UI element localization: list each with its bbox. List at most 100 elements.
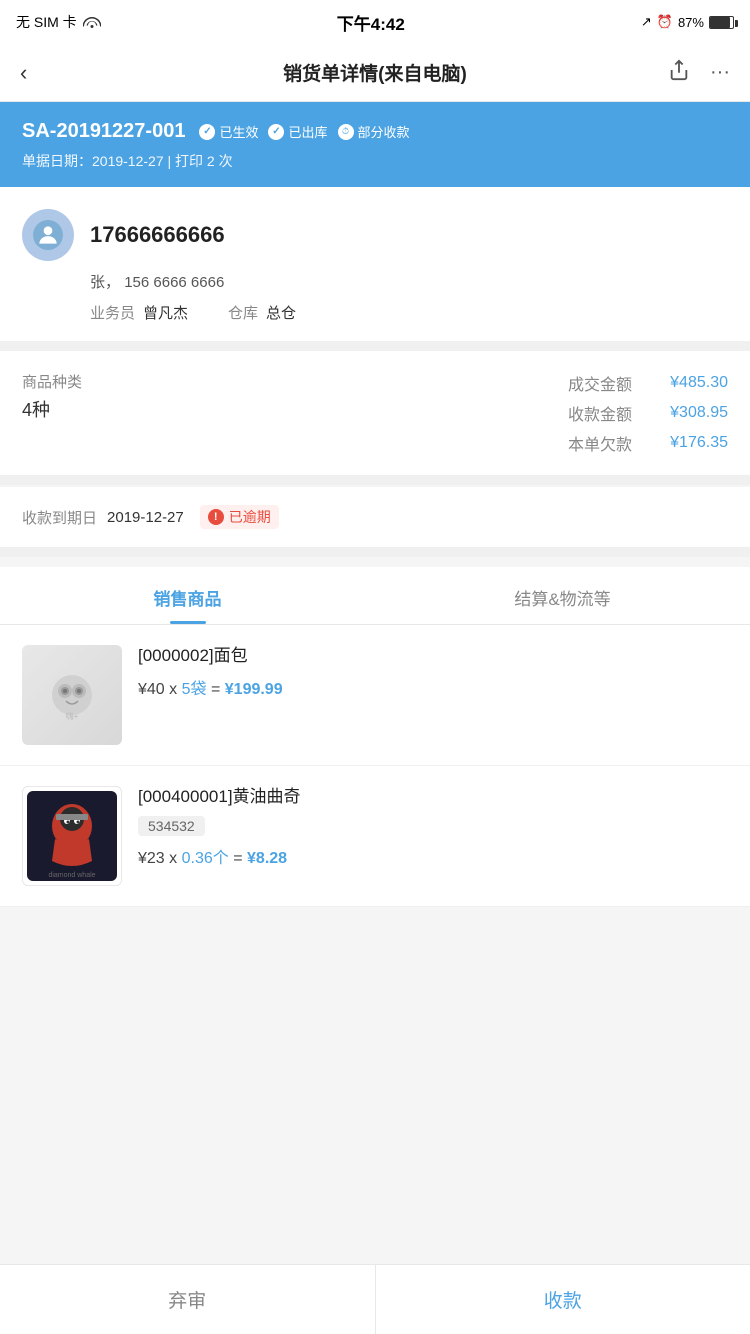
due-date: 2019-12-27 — [107, 509, 184, 526]
avatar-icon — [33, 220, 63, 250]
badge-shipped-label: 已出库 — [288, 122, 327, 141]
battery-percent: 87% — [678, 15, 704, 30]
overdue-dot-icon: ! — [208, 509, 224, 525]
product-list: 嗨+ [0000002]面包 ¥40 x 5袋 = ¥199.99 — [0, 625, 750, 907]
product-item-2: diamond whale [000400001]黄油曲奇 534532 ¥23… — [0, 766, 750, 907]
customer-section: 17666666666 张， 156 6666 6666 业务员 曾凡杰 仓库 … — [0, 187, 750, 341]
product-placeholder-1: 嗨+ — [22, 645, 122, 745]
bottom-spacer — [0, 907, 750, 987]
check-icon-2: ✓ — [272, 126, 280, 137]
product-name-2: [000400001]黄油曲奇 — [138, 786, 728, 808]
product-thumbnail-1: 嗨+ — [22, 645, 122, 745]
owed-label: 本单欠款 — [568, 431, 632, 455]
tabs-row: 销售商品 结算&物流等 — [0, 567, 750, 625]
customer-meta-row: 业务员 曾凡杰 仓库 总仓 — [90, 302, 728, 323]
badge-partial-label: 部分收款 — [358, 122, 410, 141]
order-meta: 单据日期：2019-12-27 | 打印 2 次 — [22, 151, 728, 171]
type-label: 商品种类 — [22, 371, 82, 392]
status-left: 无 SIM 卡 — [16, 12, 101, 32]
product-price-row-1: ¥40 x 5袋 = ¥199.99 — [138, 675, 728, 699]
nav-actions: ··· — [668, 59, 730, 87]
owed-line: 本单欠款 ¥176.35 — [568, 431, 728, 455]
tab-settlement-label: 结算&物流等 — [514, 590, 610, 609]
product-eq-2: = — [233, 850, 247, 867]
order-banner-top: SA-20191227-001 ✓ 已生效 ✓ 已出库 ⏱ 部分收款 — [22, 120, 728, 143]
divider-1 — [0, 341, 750, 351]
received-label: 收款金额 — [568, 401, 632, 425]
badge-partial: ⏱ 部分收款 — [338, 122, 410, 141]
check-icon: ✓ — [203, 126, 211, 137]
tab-sales-label: 销售商品 — [154, 590, 222, 609]
overdue-badge: ! 已逾期 — [200, 505, 279, 529]
product-thumbnail-2: diamond whale — [22, 786, 122, 886]
received-value: ¥308.95 — [648, 404, 728, 422]
customer-mobile: 156 6666 6666 — [124, 274, 224, 291]
due-label: 收款到期日 — [22, 507, 97, 528]
received-line: 收款金额 ¥308.95 — [568, 401, 728, 425]
more-button[interactable]: ··· — [710, 61, 730, 84]
type-value: 4种 — [22, 396, 82, 422]
carrier-text: 无 SIM 卡 — [16, 12, 77, 32]
product-price-1: ¥40 — [138, 681, 165, 698]
confirm-label: 收款 — [544, 1286, 582, 1313]
tab-settlement[interactable]: 结算&物流等 — [375, 567, 750, 624]
tab-sales-products[interactable]: 销售商品 — [0, 567, 375, 624]
cancel-button[interactable]: 弃审 — [0, 1265, 376, 1334]
badge-active: ✓ 已生效 — [199, 122, 258, 141]
overdue-text: 已逾期 — [229, 507, 271, 527]
customer-name-text: 张 — [90, 274, 105, 291]
customer-phone: 17666666666 — [90, 222, 225, 248]
product-price-2: ¥23 — [138, 850, 165, 867]
divider-3 — [0, 547, 750, 557]
share-button[interactable] — [668, 59, 690, 87]
back-button[interactable]: ‹ — [12, 52, 35, 94]
product-price-row-2: ¥23 x 0.36个 = ¥8.28 — [138, 844, 728, 868]
location-icon: ↗ — [641, 14, 652, 30]
amount-value: ¥485.30 — [648, 374, 728, 392]
stats-section: 商品种类 4种 成交金额 ¥485.30 收款金额 ¥308.95 本单欠款 ¥… — [0, 351, 750, 475]
badge-shipped: ✓ 已出库 — [268, 122, 327, 141]
status-badges: ✓ 已生效 ✓ 已出库 ⏱ 部分收款 — [199, 122, 409, 141]
order-date: 单据日期：2019-12-27 — [22, 153, 164, 169]
battery-icon — [709, 16, 734, 29]
svg-text:diamond whale: diamond whale — [48, 872, 95, 879]
due-section: 收款到期日 2019-12-27 ! 已逾期 — [0, 487, 750, 547]
nav-title: 销货单详情(来自电脑) — [283, 59, 467, 86]
bottom-bar: 弃审 收款 — [0, 1264, 750, 1334]
clock-icon: ⏱ — [342, 126, 349, 137]
order-print: 打印 2 次 — [175, 153, 233, 169]
confirm-button[interactable]: 收款 — [376, 1265, 750, 1334]
tab-underline — [170, 621, 206, 624]
order-id: SA-20191227-001 — [22, 120, 185, 143]
product-eq-1: = — [211, 681, 225, 698]
badge-active-label: 已生效 — [219, 122, 258, 141]
cancel-label: 弃审 — [168, 1286, 206, 1313]
product-tag-2: 534532 — [138, 816, 205, 836]
sales-value: 曾凡杰 — [143, 302, 188, 323]
order-separator: | — [168, 153, 176, 169]
status-time: 下午4:42 — [337, 10, 405, 35]
product-item: 嗨+ [0000002]面包 ¥40 x 5袋 = ¥199.99 — [0, 625, 750, 766]
status-bar: 无 SIM 卡 下午4:42 ↗ ⏰ 87% — [0, 0, 750, 44]
product-name-1: [0000002]面包 — [138, 645, 728, 667]
product-info-2: [000400001]黄油曲奇 534532 ¥23 x 0.36个 = ¥8.… — [138, 786, 728, 868]
status-right: ↗ ⏰ 87% — [641, 14, 734, 30]
stats-left: 商品种类 4种 — [22, 371, 82, 422]
alarm-icon: ⏰ — [657, 14, 673, 30]
product-x-2: x — [169, 850, 181, 867]
warehouse-value: 总仓 — [266, 302, 296, 323]
product-total-1: ¥199.99 — [225, 681, 283, 698]
warehouse-label: 仓库 — [228, 302, 258, 323]
product-qty-2: 0.36个 — [182, 850, 229, 867]
product-x-1: x — [169, 681, 181, 698]
warehouse-item: 仓库 总仓 — [228, 302, 296, 323]
tabs-section: 销售商品 结算&物流等 — [0, 567, 750, 625]
stats-right: 成交金额 ¥485.30 收款金额 ¥308.95 本单欠款 ¥176.35 — [568, 371, 728, 455]
customer-detail: 张， 156 6666 6666 — [90, 271, 728, 292]
owed-value: ¥176.35 — [648, 434, 728, 452]
nav-bar: ‹ 销货单详情(来自电脑) ··· — [0, 44, 750, 102]
svg-text:嗨+: 嗨+ — [66, 711, 79, 721]
product-qty-1: 5袋 — [182, 681, 207, 698]
customer-row: 17666666666 — [22, 209, 728, 261]
sales-label: 业务员 — [90, 302, 135, 323]
